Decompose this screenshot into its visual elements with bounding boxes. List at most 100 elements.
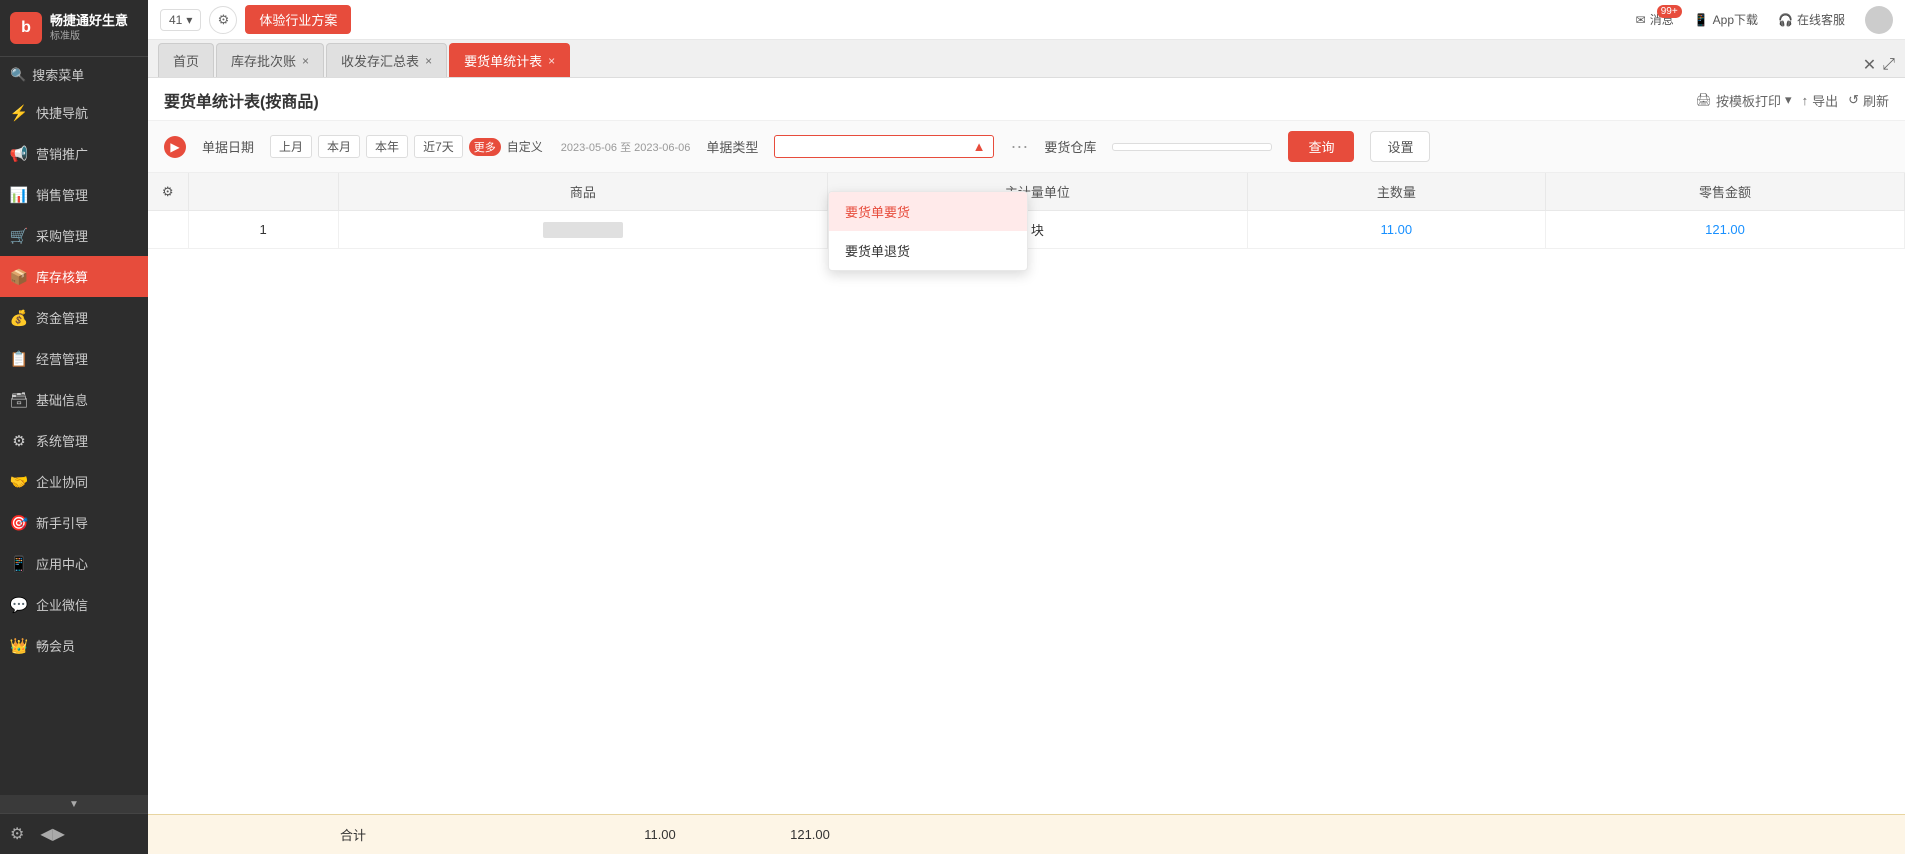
tab-close-recv-summary[interactable]: × (425, 54, 432, 68)
sidebar-item-appcenter[interactable]: 📱 应用中心 (0, 543, 148, 584)
date-this-year[interactable]: 本年 (366, 135, 408, 158)
warehouse-filter-select[interactable] (1112, 143, 1272, 151)
table-header-settings[interactable]: ⚙ (148, 173, 188, 211)
logo-text: 畅捷通好生意 标准版 (50, 12, 128, 44)
tab-home[interactable]: 首页 (158, 43, 214, 77)
filter-bar: ▶ 单据日期 上月 本月 本年 近7天 更多 自定义 2023-05-06 至 … (148, 121, 1905, 173)
date-shortcuts: 上月 本月 本年 近7天 更多 自定义 (270, 135, 543, 158)
print-button[interactable]: 🖨 按模板打印 ▾ (1696, 91, 1792, 110)
date-more-badge[interactable]: 更多 (469, 138, 501, 156)
logo-icon: b (10, 12, 42, 44)
expand-filter-button[interactable]: ▶ (164, 136, 186, 158)
row-index-cell: 1 (188, 211, 338, 249)
date-range-display: 2023-05-06 至 2023-06-06 (561, 139, 691, 155)
sidebar-item-guide[interactable]: 🎯 新手引导 (0, 502, 148, 543)
basic-icon: 🗃 (10, 391, 28, 409)
footer-qty: 11.00 (560, 827, 760, 842)
page-actions: 🖨 按模板打印 ▾ ↑ 导出 ↺ 刷新 (1696, 91, 1890, 110)
query-button[interactable]: 查询 (1288, 131, 1354, 162)
tab-recv-summary[interactable]: 收发存汇总表 × (326, 43, 447, 77)
footer-amount: 121.00 (760, 827, 860, 842)
sidebar-item-vip[interactable]: 👑 畅会员 (0, 625, 148, 666)
table-footer: 合计 11.00 121.00 (148, 814, 1905, 854)
tab-bar: 首页 库存批次账 × 收发存汇总表 × 要货单统计表 × ✕ ⤢ (148, 40, 1905, 78)
top-header: 41 ▾ ⚙ 体验行业方案 ✉ 消息 99+ 📱 App下载 🎧 在线客服 (148, 0, 1905, 40)
sidebar-item-system[interactable]: ⚙ 系统管理 (0, 420, 148, 461)
filter-more-icon[interactable]: ··· (1010, 136, 1028, 157)
page-title: 要货单统计表(按商品) (164, 88, 319, 112)
sidebar-item-enterprise[interactable]: 🤝 企业协同 (0, 461, 148, 502)
sidebar-item-purchase[interactable]: 🛒 采购管理 (0, 215, 148, 256)
sidebar-search[interactable]: 🔍 搜索菜单 (0, 57, 148, 92)
tab-expand-button[interactable]: ⤢ (1882, 56, 1895, 74)
qty-link[interactable]: 11.00 (1381, 222, 1413, 237)
sidebar-nav: ⚡ 快捷导航 📢 营销推广 📊 销售管理 🛒 采购管理 📦 库存核算 💰 资金管… (0, 92, 148, 795)
date-this-month[interactable]: 本月 (318, 135, 360, 158)
tab-inventory-batch[interactable]: 库存批次账 × (216, 43, 324, 77)
date-last-7days[interactable]: 近7天 (414, 135, 463, 158)
online-service-item[interactable]: 🎧 在线客服 (1778, 11, 1845, 28)
sidebar-item-basic[interactable]: 🗃 基础信息 (0, 379, 148, 420)
row-product-cell (338, 211, 827, 249)
sidebar-scroll-down[interactable]: ▼ (0, 795, 148, 813)
search-icon: 🔍 (10, 67, 26, 83)
sidebar-item-quick-nav[interactable]: ⚡ 快捷导航 (0, 92, 148, 133)
tab-close-order-stats[interactable]: × (548, 54, 555, 68)
sidebar-item-wechat[interactable]: 💬 企业微信 (0, 584, 148, 625)
main-wrap: 41 ▾ ⚙ 体验行业方案 ✉ 消息 99+ 📱 App下载 🎧 在线客服 首页 (148, 0, 1905, 854)
footer-label: 合计 (340, 825, 560, 844)
chevron-down-icon: ▾ (186, 13, 192, 27)
wechat-icon: 💬 (10, 596, 28, 614)
table-header-product: 商品 (338, 173, 827, 211)
type-filter-arrow-up[interactable]: ▲ (973, 139, 986, 154)
sidebar-item-finance[interactable]: 💰 资金管理 (0, 297, 148, 338)
dropdown-item-0[interactable]: 要货单要货 (829, 192, 1027, 231)
row-qty-cell: 11.00 (1247, 211, 1545, 249)
guide-icon: 🎯 (10, 514, 28, 532)
header-right: ✉ 消息 99+ 📱 App下载 🎧 在线客服 (1636, 6, 1893, 34)
sidebar: b 畅捷通好生意 标准版 🔍 搜索菜单 ⚡ 快捷导航 📢 营销推广 📊 销售管理… (0, 0, 148, 854)
type-filter-select[interactable]: ▲ (774, 135, 994, 158)
download-icon: 📱 (1694, 13, 1709, 27)
enterprise-icon: 🤝 (10, 473, 28, 491)
table-header-index (188, 173, 338, 211)
type-filter-input[interactable] (783, 139, 968, 154)
tab-close-all-button[interactable]: ✕ (1863, 55, 1876, 75)
filter-settings-button[interactable]: 设置 (1370, 131, 1430, 162)
dropdown-item-1[interactable]: 要货单退货 (829, 231, 1027, 270)
date-last-month[interactable]: 上月 (270, 135, 312, 158)
row-amount-cell: 121.00 (1546, 211, 1905, 249)
page-header: 要货单统计表(按商品) 🖨 按模板打印 ▾ ↑ 导出 ↺ 刷新 (148, 78, 1905, 121)
warehouse-filter-label: 要货仓库 (1044, 137, 1096, 156)
user-avatar[interactable] (1865, 6, 1893, 34)
messages-badge: 99+ (1657, 5, 1682, 18)
header-settings-icon[interactable]: ⚙ (209, 6, 237, 34)
table-header-qty: 主数量 (1247, 173, 1545, 211)
purchase-icon: 🛒 (10, 227, 28, 245)
sidebar-item-sales[interactable]: 📊 销售管理 (0, 174, 148, 215)
row-settings-cell (148, 211, 188, 249)
refresh-button[interactable]: ↺ 刷新 (1848, 91, 1889, 110)
sidebar-item-marketing[interactable]: 📢 营销推广 (0, 133, 148, 174)
sidebar-settings-icon[interactable]: ⚙ (10, 824, 24, 844)
amount-link[interactable]: 121.00 (1705, 222, 1745, 237)
trial-button[interactable]: 体验行业方案 (245, 5, 351, 34)
sidebar-bottom: ⚙ ◀▶ (0, 813, 148, 854)
sidebar-item-inventory[interactable]: 📦 库存核算 (0, 256, 148, 297)
date-filter-label: 单据日期 (202, 137, 254, 156)
tab-close-inventory-batch[interactable]: × (302, 54, 309, 68)
tab-actions: ✕ ⤢ (1863, 55, 1895, 77)
app-download-item[interactable]: 📱 App下载 (1694, 11, 1758, 28)
store-selector[interactable]: 41 ▾ (160, 9, 201, 31)
messages-item[interactable]: ✉ 消息 99+ (1636, 11, 1674, 28)
print-chevron-icon: ▾ (1785, 92, 1792, 108)
sidebar-collapse-icon[interactable]: ◀▶ (40, 824, 65, 844)
print-icon: 🖨 (1696, 92, 1713, 108)
finance-icon: 💰 (10, 309, 28, 327)
export-button[interactable]: ↑ 导出 (1802, 91, 1839, 110)
sidebar-item-operations[interactable]: 📋 经营管理 (0, 338, 148, 379)
sales-icon: 📊 (10, 186, 28, 204)
tab-order-stats[interactable]: 要货单统计表 × (449, 43, 570, 77)
date-custom-btn[interactable]: 自定义 (507, 138, 543, 155)
appcenter-icon: 📱 (10, 555, 28, 573)
